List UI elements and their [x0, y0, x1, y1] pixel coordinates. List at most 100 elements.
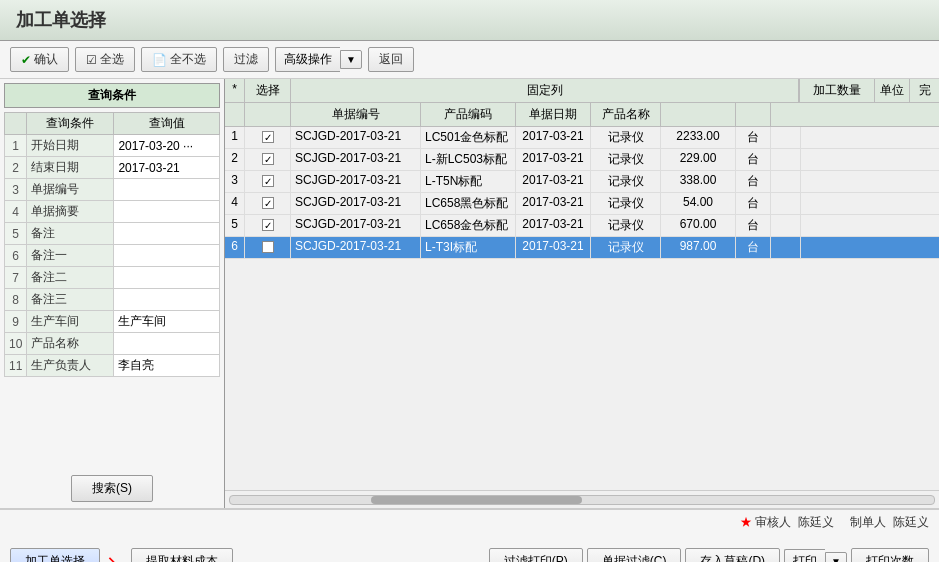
- star-header: *: [225, 79, 245, 102]
- row-num-cell: 3: [225, 171, 245, 192]
- row-num-cell: 6: [225, 237, 245, 258]
- row-checkbox[interactable]: [262, 197, 274, 209]
- order-no-cell: SCJGD-2017-03-21: [291, 149, 421, 170]
- unit-cell: 台: [736, 237, 771, 258]
- checkbox-icon: ☑: [86, 53, 97, 67]
- deselect-all-button[interactable]: 📄 全不选: [141, 47, 217, 72]
- search-condition-row: 3 单据编号: [5, 179, 220, 201]
- condition-value[interactable]: [114, 267, 220, 289]
- search-condition-row: 7 备注二: [5, 267, 220, 289]
- checkbox-cell[interactable]: [245, 193, 291, 214]
- process-select-button[interactable]: 加工单选择: [10, 548, 100, 562]
- date-cell: 2017-03-21: [516, 171, 591, 192]
- condition-value[interactable]: [114, 179, 220, 201]
- condition-value[interactable]: 生产车间: [114, 311, 220, 333]
- condition-value[interactable]: [114, 201, 220, 223]
- back-button[interactable]: 返回: [368, 47, 414, 72]
- condition-label: 开始日期: [27, 135, 114, 157]
- advanced-dropdown-button[interactable]: ▼: [340, 50, 362, 69]
- get-material-cost-button[interactable]: 提取材料成本: [131, 548, 233, 562]
- page-title: 加工单选择: [16, 10, 106, 30]
- search-condition-row: 1 开始日期 2017-03-20 ···: [5, 135, 220, 157]
- row-num: 4: [5, 201, 27, 223]
- condition-label: 生产车间: [27, 311, 114, 333]
- done-cell: [771, 237, 801, 258]
- checkbox-cell[interactable]: [245, 149, 291, 170]
- row-num: 6: [5, 245, 27, 267]
- checkbox-cell[interactable]: [245, 171, 291, 192]
- qty-cell: 987.00: [661, 237, 736, 258]
- advanced-main-button[interactable]: 高级操作: [275, 47, 340, 72]
- row-num: 9: [5, 311, 27, 333]
- filter-print-button[interactable]: 过滤打印(P): [489, 548, 583, 562]
- condition-label: 单据编号: [27, 179, 114, 201]
- condition-value[interactable]: 李自亮: [114, 355, 220, 377]
- conditions-table: 查询条件 查询值 1 开始日期 2017-03-20 ··· 2 结束日期 20…: [4, 112, 220, 469]
- condition-value[interactable]: [114, 333, 220, 355]
- row-num: 5: [5, 223, 27, 245]
- row-checkbox[interactable]: [262, 131, 274, 143]
- advanced-button-group: 高级操作 ▼: [275, 47, 362, 72]
- date-cell: 2017-03-21: [516, 127, 591, 148]
- horizontal-scrollbar[interactable]: [225, 490, 939, 508]
- scroll-thumb: [371, 496, 582, 504]
- print-main-button[interactable]: 打印: [784, 549, 825, 562]
- condition-value[interactable]: [114, 223, 220, 245]
- condition-label: 生产负责人: [27, 355, 114, 377]
- table-row[interactable]: 1 SCJGD-2017-03-21 LC501金色标配 2017-03-21 …: [225, 127, 939, 149]
- checkbox-cell[interactable]: [245, 215, 291, 236]
- qty-header: 加工数量: [799, 79, 874, 102]
- print-times-button[interactable]: 打印次数: [851, 548, 929, 562]
- done-cell: [771, 127, 801, 148]
- row-checkbox[interactable]: [262, 153, 274, 165]
- unit-cell: 台: [736, 215, 771, 236]
- grid-body[interactable]: 1 SCJGD-2017-03-21 LC501金色标配 2017-03-21 …: [225, 127, 939, 490]
- fixed-col-label: 固定列: [291, 79, 799, 102]
- left-panel: 查询条件 查询条件 查询值 1 开始日期 2017-03-20 ··· 2 结束…: [0, 79, 225, 508]
- checkbox-cell[interactable]: [245, 127, 291, 148]
- print-dropdown-button[interactable]: ▼: [825, 552, 847, 562]
- date-cell: 2017-03-21: [516, 215, 591, 236]
- bottom-actions: 加工单选择 ↘ 提取材料成本 过滤打印(P) 单据过滤(C) 存入草稿(D) 打…: [0, 544, 939, 562]
- main-content: 查询条件 查询条件 查询值 1 开始日期 2017-03-20 ··· 2 结束…: [0, 79, 939, 509]
- row-num: 11: [5, 355, 27, 377]
- table-row[interactable]: 5 SCJGD-2017-03-21 LC658金色标配 2017-03-21 …: [225, 215, 939, 237]
- unit-header: 单位: [874, 79, 909, 102]
- save-draft-button[interactable]: 存入草稿(D): [685, 548, 780, 562]
- search-condition-row: 10 产品名称: [5, 333, 220, 355]
- condition-value[interactable]: [114, 245, 220, 267]
- condition-value[interactable]: 2017-03-20 ···: [114, 135, 220, 157]
- condition-label: 产品名称: [27, 333, 114, 355]
- row-checkbox[interactable]: [262, 241, 274, 253]
- row-num: 2: [5, 157, 27, 179]
- search-btn-area: 搜索(S): [0, 469, 224, 508]
- confirm-button[interactable]: ✔ 确认: [10, 47, 69, 72]
- table-row[interactable]: 3 SCJGD-2017-03-21 L-T5N标配 2017-03-21 记录…: [225, 171, 939, 193]
- search-condition-row: 5 备注: [5, 223, 220, 245]
- checkbox-cell[interactable]: [245, 237, 291, 258]
- col-condition-header: 查询条件: [27, 113, 114, 135]
- filter-button[interactable]: 过滤: [223, 47, 269, 72]
- condition-value[interactable]: [114, 289, 220, 311]
- table-row[interactable]: 6 SCJGD-2017-03-21 L-T3I标配 2017-03-21 记录…: [225, 237, 939, 259]
- condition-value[interactable]: 2017-03-21: [114, 157, 220, 179]
- col-num-header: [5, 113, 27, 135]
- single-filter-button[interactable]: 单据过滤(C): [587, 548, 682, 562]
- done-cell: [771, 149, 801, 170]
- row-checkbox[interactable]: [262, 219, 274, 231]
- scroll-track: [229, 495, 935, 505]
- table-row[interactable]: 4 SCJGD-2017-03-21 LC658黑色标配 2017-03-21 …: [225, 193, 939, 215]
- condition-label: 备注二: [27, 267, 114, 289]
- search-condition-row: 8 备注三: [5, 289, 220, 311]
- product-name-cell: 记录仪: [591, 149, 661, 170]
- row-num: 8: [5, 289, 27, 311]
- date-header: 单据日期: [516, 103, 591, 126]
- search-button[interactable]: 搜索(S): [71, 475, 153, 502]
- select-all-button[interactable]: ☑ 全选: [75, 47, 135, 72]
- arrow-icon: ↘: [106, 550, 123, 563]
- reviewer-name: 陈廷义: [798, 515, 834, 529]
- title-bar: 加工单选择: [0, 0, 939, 41]
- table-row[interactable]: 2 SCJGD-2017-03-21 L-新LC503标配 2017-03-21…: [225, 149, 939, 171]
- row-checkbox[interactable]: [262, 175, 274, 187]
- row-num: 7: [5, 267, 27, 289]
